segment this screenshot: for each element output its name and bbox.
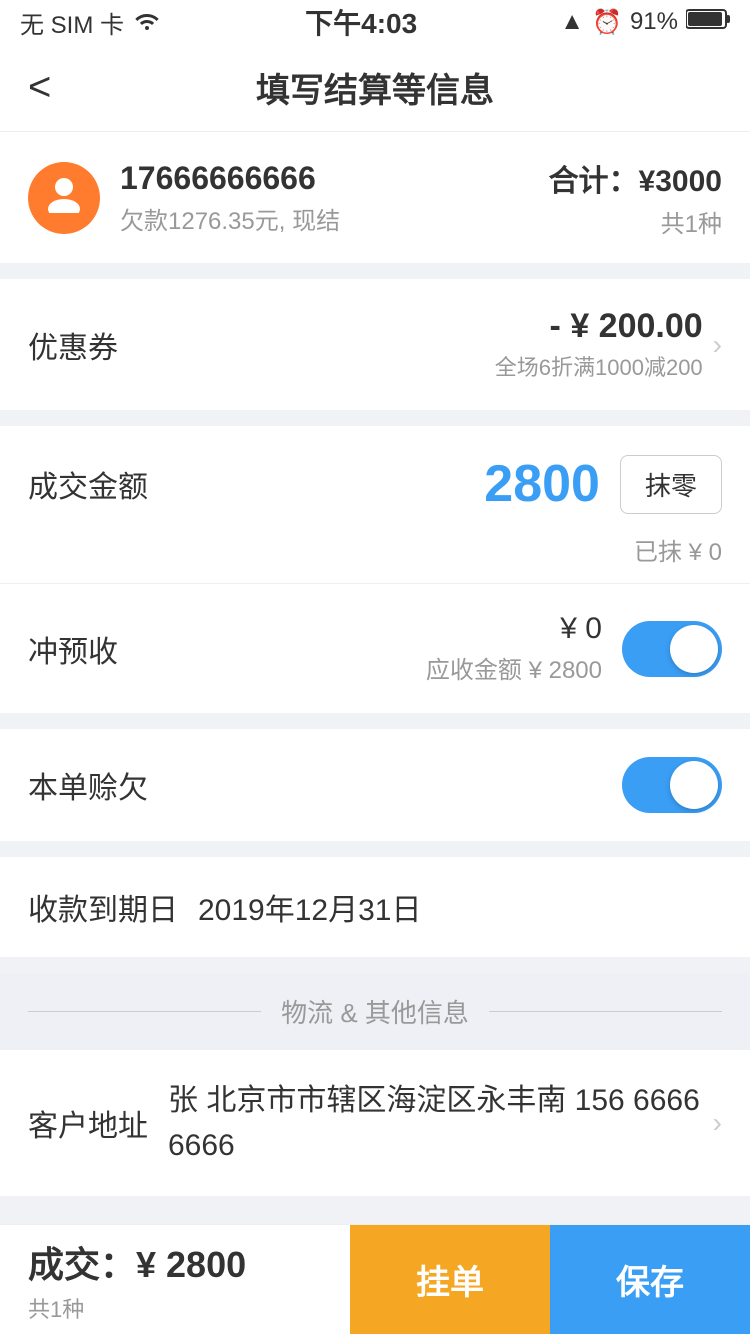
bottom-bar: 成交：¥ 2800 共1种 挂单 保存 — [0, 1224, 750, 1334]
coupon-row[interactable]: 优惠券 - ¥ 200.00 全场6折满1000减200 › — [0, 279, 750, 410]
debt-toggle[interactable] — [622, 757, 722, 813]
duedate-label: 收款到期日 — [28, 885, 178, 929]
pending-button[interactable]: 挂单 — [350, 1225, 550, 1334]
deal-section: 成交金额 2800 抹零 已抹 ¥ 0 冲预收 ¥ 0 应收金额 ¥ 2800 — [0, 426, 750, 713]
prepaid-row: 冲预收 ¥ 0 应收金额 ¥ 2800 — [0, 583, 750, 713]
address-row[interactable]: 客户地址 张 北京市市辖区海淀区永丰南 156 6666 6666 › — [0, 1050, 750, 1196]
debt-row: 本单赊欠 — [0, 729, 750, 841]
deal-row: 成交金额 2800 抹零 — [0, 426, 750, 542]
bottom-summary: 成交：¥ 2800 共1种 — [0, 1236, 350, 1324]
divider-text: 物流 & 其他信息 — [281, 993, 469, 1030]
carrier-text: 无 SIM 卡 — [20, 5, 124, 40]
round-button[interactable]: 抹零 — [620, 455, 722, 514]
customer-right: 合计：¥3000 共1种 — [549, 156, 722, 239]
deal-right: 2800 抹零 — [484, 454, 722, 514]
alarm-icon: ⏰ — [592, 8, 622, 37]
customer-card: 17666666666 欠款1276.35元, 现结 合计：¥3000 共1种 — [0, 132, 750, 263]
deal-label: 成交金额 — [28, 462, 148, 506]
save-button[interactable]: 保存 — [550, 1225, 750, 1334]
bottom-deal: 成交：¥ 2800 — [28, 1236, 322, 1288]
battery-text: 91% — [630, 8, 678, 36]
total-amount: 合计：¥3000 — [549, 156, 722, 200]
deal-amount: 2800 — [484, 454, 600, 514]
prepaid-label: 冲预收 — [28, 627, 118, 671]
customer-phone: 17666666666 — [120, 160, 340, 197]
customer-left: 17666666666 欠款1276.35元, 现结 — [28, 160, 340, 236]
page-title: 填写结算等信息 — [256, 63, 494, 112]
coupon-arrow-icon: › — [713, 329, 722, 361]
back-button[interactable]: < — [28, 65, 51, 110]
divider-section: 物流 & 其他信息 — [0, 973, 750, 1050]
prepaid-toggle[interactable] — [622, 621, 722, 677]
address-value: 张 北京市市辖区海淀区永丰南 156 6666 6666 — [168, 1078, 713, 1168]
prepaid-amount-block: ¥ 0 应收金额 ¥ 2800 — [426, 612, 602, 685]
nav-bar: < 填写结算等信息 — [0, 44, 750, 132]
deal-erased: 已抹 ¥ 0 — [0, 532, 750, 583]
debt-toggle-knob — [670, 761, 718, 809]
prepaid-amount: ¥ 0 — [426, 612, 602, 646]
address-arrow-icon: › — [713, 1107, 722, 1139]
avatar — [28, 162, 100, 234]
coupon-label: 优惠券 — [28, 323, 118, 367]
coupon-discount: - ¥ 200.00 — [495, 307, 703, 346]
total-count: 共1种 — [549, 204, 722, 239]
prepaid-receivable: 应收金额 ¥ 2800 — [426, 650, 602, 685]
duedate-value: 2019年12月31日 — [198, 885, 421, 929]
status-left: 无 SIM 卡 — [20, 5, 162, 40]
bottom-deal-label: 成交： — [28, 1244, 136, 1285]
divider-line-right — [489, 1011, 722, 1012]
location-icon: ▲ — [560, 8, 584, 36]
status-time: 下午4:03 — [305, 2, 417, 42]
wifi-icon — [132, 8, 162, 37]
prepaid-toggle-knob — [670, 625, 718, 673]
coupon-desc: 全场6折满1000减200 — [495, 350, 703, 382]
status-right: ▲ ⏰ 91% — [560, 8, 730, 37]
address-label: 客户地址 — [28, 1101, 148, 1145]
status-bar: 无 SIM 卡 下午4:03 ▲ ⏰ 91% — [0, 0, 750, 44]
battery-icon — [686, 8, 730, 37]
content: 17666666666 欠款1276.35元, 现结 合计：¥3000 共1种 … — [0, 132, 750, 1316]
duedate-row: 收款到期日 2019年12月31日 — [0, 857, 750, 957]
customer-debt: 欠款1276.35元, 现结 — [120, 201, 340, 236]
customer-info: 17666666666 欠款1276.35元, 现结 — [120, 160, 340, 236]
bottom-deal-amount: ¥ 2800 — [136, 1244, 246, 1285]
divider-line-left — [28, 1011, 261, 1012]
coupon-right: - ¥ 200.00 全场6折满1000减200 › — [495, 307, 722, 382]
avatar-icon — [44, 173, 84, 223]
debt-label: 本单赊欠 — [28, 763, 148, 807]
bottom-count: 共1种 — [28, 1292, 322, 1324]
prepaid-right: ¥ 0 应收金额 ¥ 2800 — [426, 612, 722, 685]
